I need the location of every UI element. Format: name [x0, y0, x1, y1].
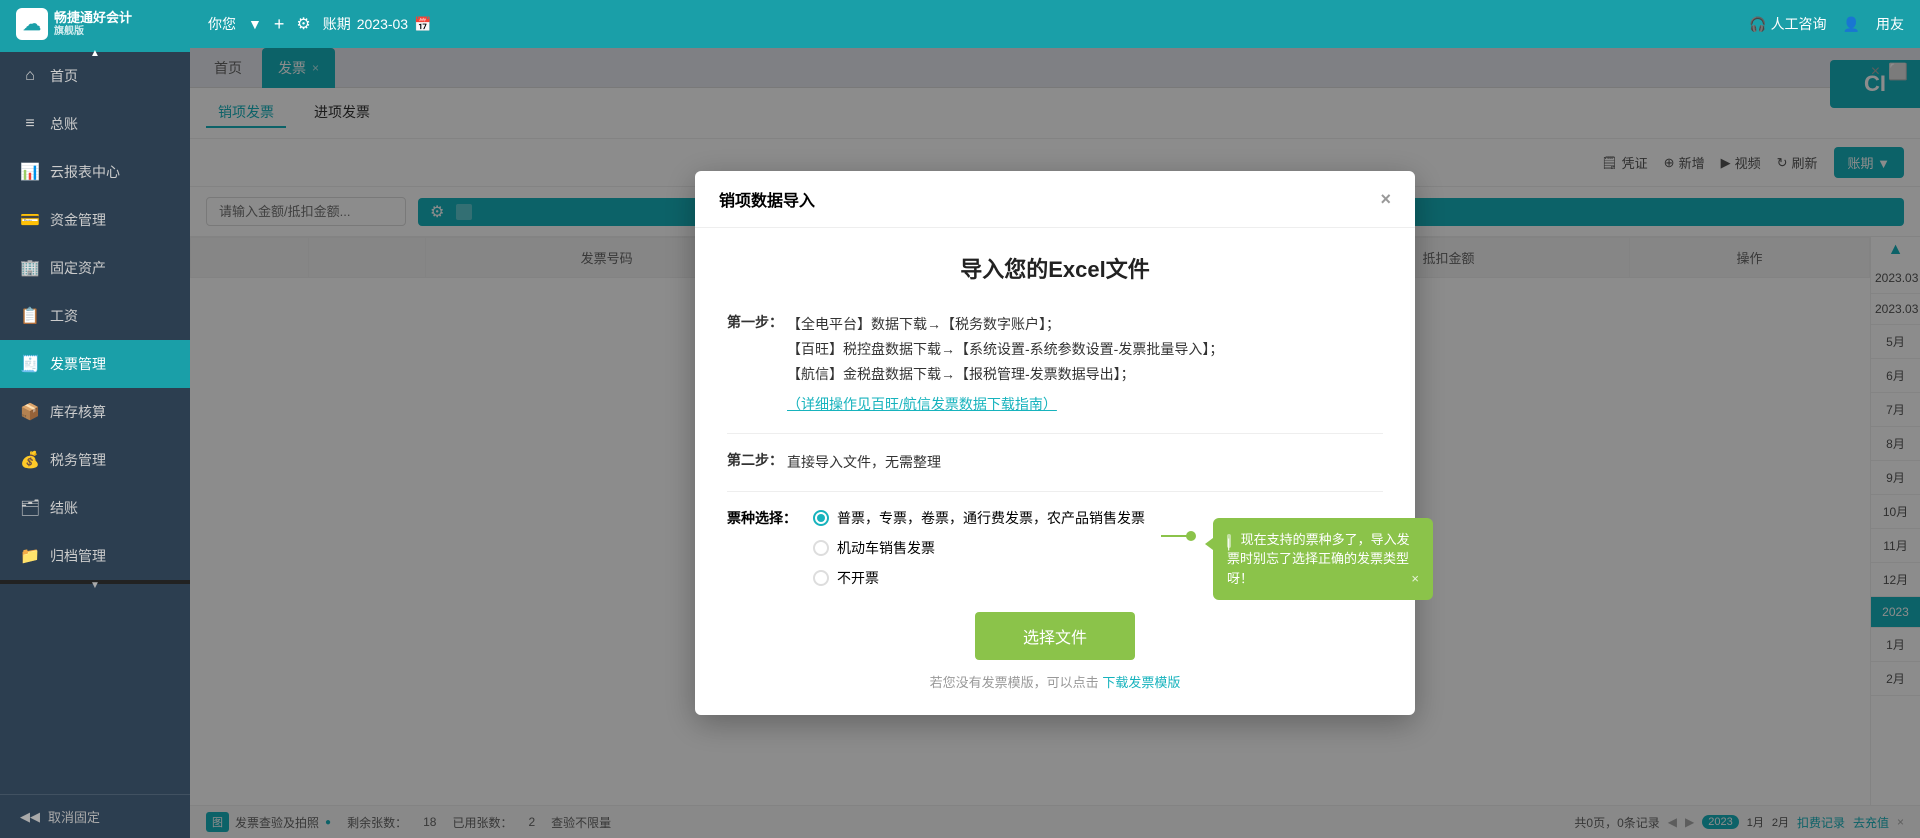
import-modal: 销项数据导入 × 导入您的Excel文件 第一步： 【全电平台】数据下载→【税务… [695, 171, 1415, 715]
account-name[interactable]: 你您 [208, 14, 236, 34]
user-label: 用友 [1876, 14, 1904, 34]
modal-overlay: 销项数据导入 × 导入您的Excel文件 第一步： 【全电平台】数据下载→【税务… [190, 48, 1920, 838]
inventory-icon: 📦 [20, 402, 40, 422]
modal-footer-note: 若您没有发票模版，可以点击 下载发票模版 [727, 672, 1383, 691]
archive-icon: 📁 [20, 546, 40, 566]
step1-content: 【全电平台】数据下载→【税务数字账户】； 【百旺】税控盘数据下载→【系统设置-系… [787, 312, 1223, 417]
report-icon: 📊 [20, 162, 40, 182]
step1-guide-link[interactable]: （详细操作见百旺/航信发票数据下载指南） [787, 396, 1057, 412]
sidebar-item-invoice[interactable]: 🧾 发票管理 [0, 340, 190, 388]
settle-icon: 🗂 [20, 498, 40, 518]
step2-row: 第二步： 直接导入文件，无需整理 [727, 450, 1383, 475]
modal-header: 销项数据导入 × [695, 171, 1415, 228]
home-icon: ⌂ [20, 67, 40, 85]
divider2 [727, 491, 1383, 492]
tooltip-bubble: | 现在支持的票种多了，导入发票时别忘了选择正确的发票类型呀！ × [1213, 518, 1433, 601]
period-display: 账期 2023-03 📅 [323, 14, 432, 34]
step1-row: 第一步： 【全电平台】数据下载→【税务数字账户】； 【百旺】税控盘数据下载→【系… [727, 312, 1383, 417]
add-icon[interactable]: + [274, 14, 285, 35]
sidebar-item-archive[interactable]: 📁 归档管理 [0, 532, 190, 580]
tooltip-bar-icon: | [1227, 534, 1231, 548]
ticket-select-area: 票种选择： 普票，专票，卷票，通行费发票，农产品销售发票 机动车销售发票 [727, 508, 1383, 588]
sidebar-item-fund[interactable]: 💳 资金管理 [0, 196, 190, 244]
ticket-select-label: 票种选择： [727, 508, 797, 528]
tooltip-line [1161, 535, 1193, 537]
modal-body: 导入您的Excel文件 第一步： 【全电平台】数据下载→【税务数字账户】； 【百… [695, 228, 1415, 715]
radio-option-2[interactable]: 机动车销售发票 [813, 538, 1145, 558]
sidebar-item-asset[interactable]: 🏢 固定资产 [0, 244, 190, 292]
cancel-pin-icon: ◀◀ [20, 809, 40, 825]
step1-line2: 【百旺】税控盘数据下载→【系统设置-系统参数设置-发票批量导入】； [787, 337, 1223, 362]
content-area: 首页 发票 × 销项发票 进项发票 🗒 凭证 [190, 48, 1920, 838]
asset-icon: 🏢 [20, 258, 40, 278]
modal-close-btn[interactable]: × [1380, 189, 1391, 210]
sidebar-item-ledger[interactable]: ≡ 总账 [0, 100, 190, 148]
sidebar-item-report[interactable]: 📊 云报表中心 [0, 148, 190, 196]
sidebar-bottom: ◀◀ 取消固定 [0, 794, 190, 838]
sidebar-cancel-btn[interactable]: ◀◀ 取消固定 [0, 795, 190, 838]
tax-icon: 💰 [20, 450, 40, 470]
main-layout: ▲ ⌂ 首页 ≡ 总账 📊 云报表中心 💳 资金管理 🏢 固定资产 📋 工资 🧾… [0, 48, 1920, 838]
sidebar-item-inventory[interactable]: 📦 库存核算 [0, 388, 190, 436]
modal-title: 销项数据导入 [719, 187, 815, 211]
calendar-icon[interactable]: 📅 [414, 16, 431, 33]
sidebar: ▲ ⌂ 首页 ≡ 总账 📊 云报表中心 💳 资金管理 🏢 固定资产 📋 工资 🧾… [0, 48, 190, 838]
radio-circle-1 [813, 510, 829, 526]
sidebar-item-settle[interactable]: 🗂 结账 [0, 484, 190, 532]
topbar: ☁ 畅捷通好会计 旗舰版 你您 ▼ + ⚙ 账期 2023-03 📅 🎧 人工咨… [0, 0, 1920, 48]
user-icon: 👤 [1843, 16, 1860, 33]
radio-option-1[interactable]: 普票，专票，卷票，通行费发票，农产品销售发票 [813, 508, 1145, 528]
radio-group: 普票，专票，卷票，通行费发票，农产品销售发票 机动车销售发票 不开票 [813, 508, 1145, 588]
radio-circle-3 [813, 570, 829, 586]
step2-content: 直接导入文件，无需整理 [787, 450, 941, 475]
select-file-btn[interactable]: 选择文件 [975, 612, 1135, 660]
radio-circle-2 [813, 540, 829, 556]
sidebar-item-salary[interactable]: 📋 工资 [0, 292, 190, 340]
app-logo: ☁ 畅捷通好会计 旗舰版 [16, 8, 196, 40]
step2-label: 第二步： [727, 450, 787, 475]
sidebar-scroll-down[interactable]: ▼ [0, 580, 190, 584]
support-btn[interactable]: 🎧 人工咨询 [1749, 14, 1826, 34]
divider1 [727, 433, 1383, 434]
radio-option-3[interactable]: 不开票 [813, 568, 1145, 588]
settings-icon[interactable]: ⚙ [296, 14, 310, 34]
account-dropdown-icon[interactable]: ▼ [248, 16, 262, 32]
modal-main-title: 导入您的Excel文件 [727, 252, 1383, 284]
sidebar-item-tax[interactable]: 💰 税务管理 [0, 436, 190, 484]
sidebar-item-home[interactable]: ⌂ 首页 [0, 52, 190, 100]
step1-line1: 【全电平台】数据下载→【税务数字账户】； [787, 312, 1223, 337]
fund-icon: 💳 [20, 210, 40, 230]
step1-label: 第一步： [727, 312, 787, 417]
tooltip-close-btn[interactable]: × [1411, 569, 1419, 589]
step1-line3: 【航信】金税盘数据下载→【报税管理-发票数据导出】； [787, 362, 1223, 387]
topbar-right: 🎧 人工咨询 👤 用友 [1749, 14, 1904, 34]
download-template-link[interactable]: 下载发票模版 [1102, 675, 1180, 690]
logo-icon: ☁ [16, 8, 48, 40]
salary-icon: 📋 [20, 306, 40, 326]
invoice-icon: 🧾 [20, 354, 40, 374]
ledger-icon: ≡ [20, 115, 40, 133]
